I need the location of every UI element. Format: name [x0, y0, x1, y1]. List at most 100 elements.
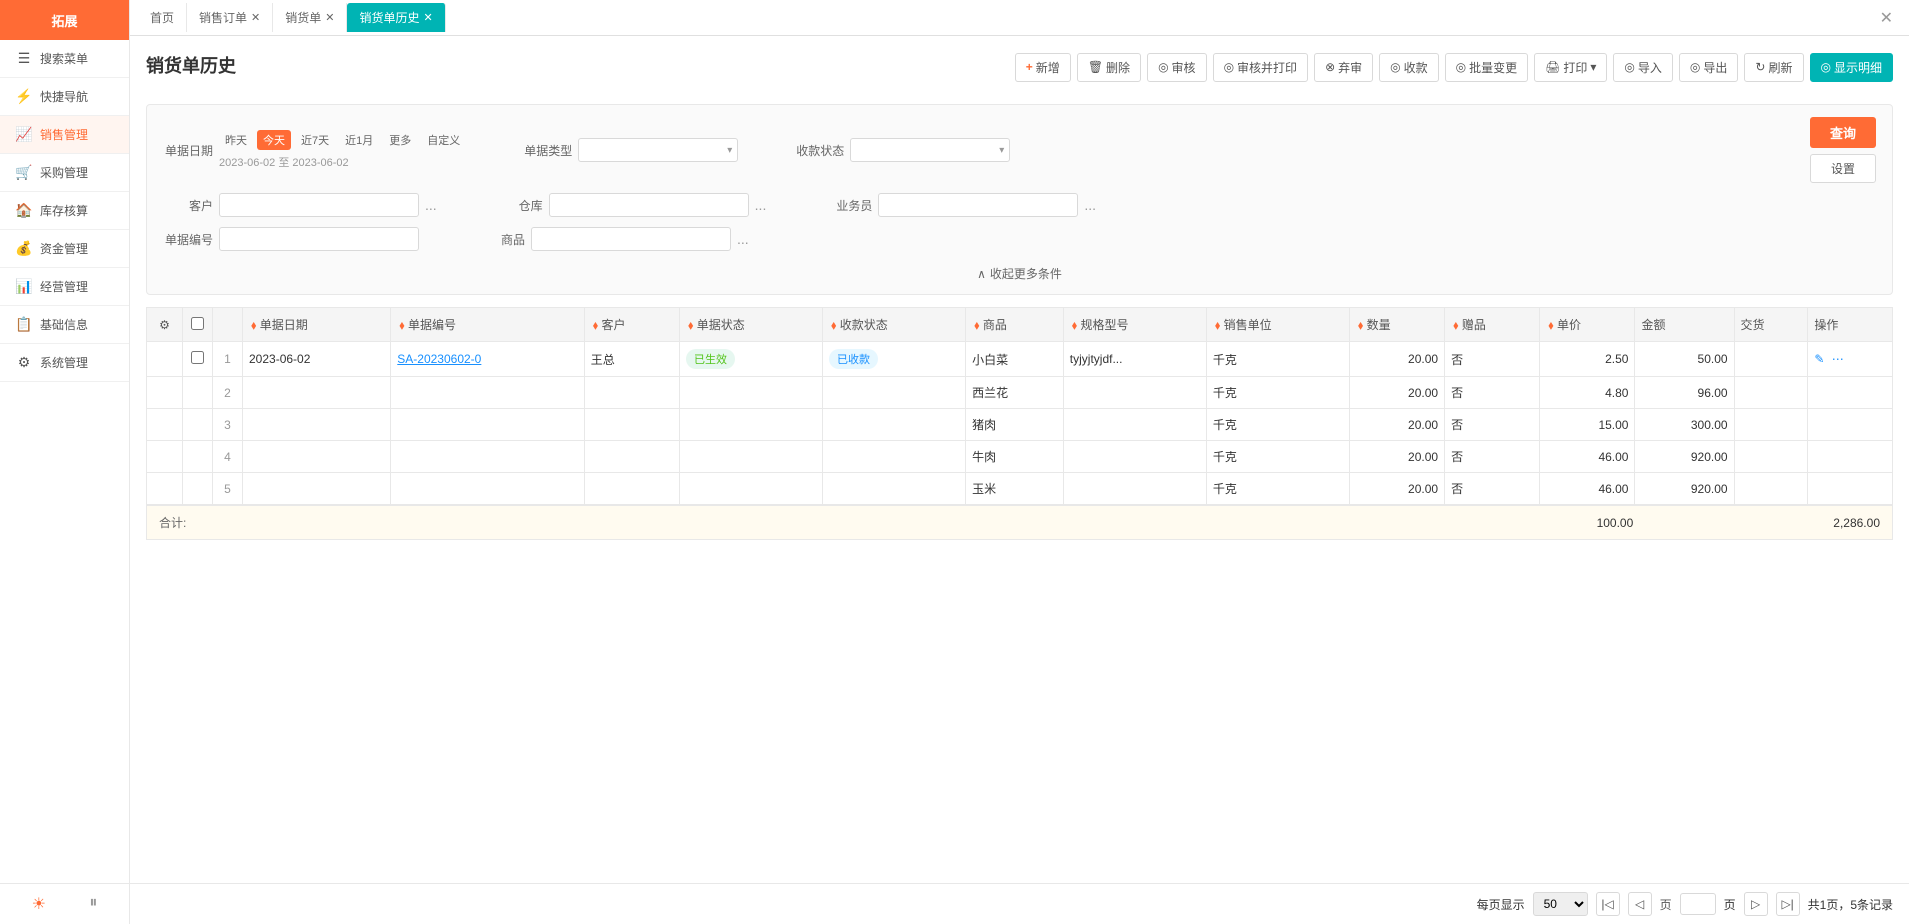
goods-label: 商品 — [983, 318, 1007, 332]
payment-status-col-header[interactable]: ⬧ 收款状态 — [823, 308, 966, 342]
warehouse-more-dots[interactable]: ... — [755, 197, 767, 213]
unit-price-cell: 46.00 — [1540, 441, 1635, 473]
date-tag-custom[interactable]: 自定义 — [421, 130, 466, 150]
settings-col — [147, 409, 183, 441]
checkbox-col[interactable] — [183, 342, 213, 377]
unit-price-col-header[interactable]: ⬧ 单价 — [1540, 308, 1635, 342]
sidebar-item-purchase-mgmt[interactable]: 🛒 采购管理 — [0, 154, 129, 192]
tab-sales-history[interactable]: 销货单历史 ✕ — [347, 3, 445, 32]
tab-sales-order-close[interactable]: ✕ — [251, 11, 260, 24]
goods-col-header[interactable]: ⬧ 商品 — [966, 308, 1064, 342]
import-button[interactable]: ◎ 导入 — [1613, 53, 1673, 82]
actions-cell — [1808, 473, 1893, 505]
table-body: 1 2023-06-02 SA-20230602-0 王总 已生效 已收款 小白… — [147, 342, 1893, 505]
doc-type-select[interactable] — [578, 138, 738, 162]
refresh-button[interactable]: ↻ 刷新 — [1744, 53, 1803, 82]
show-detail-button[interactable]: ◎ 显示明细 — [1810, 53, 1894, 82]
select-all-checkbox[interactable] — [191, 317, 204, 330]
salesperson-input[interactable] — [878, 193, 1078, 217]
checkbox-col[interactable] — [183, 473, 213, 505]
collapse-button[interactable]: ∧ 收起更多条件 — [163, 261, 1876, 282]
transaction-label: 交货 — [1741, 318, 1765, 332]
tab-home[interactable]: 首页 — [138, 3, 187, 32]
tab-sales-order[interactable]: 销售订单 ✕ — [187, 3, 273, 32]
warehouse-input[interactable] — [549, 193, 749, 217]
abandon-button[interactable]: ⊗ 弃审 — [1314, 53, 1373, 82]
sidebar-item-basic-info[interactable]: 📋 基础信息 — [0, 306, 129, 344]
delete-label: 删除 — [1106, 59, 1130, 76]
checkbox-col[interactable] — [183, 409, 213, 441]
sidebar-item-inventory[interactable]: 🏠 库存核算 — [0, 192, 129, 230]
payment-status-select[interactable] — [850, 138, 1010, 162]
page-first-button[interactable]: |◁ — [1596, 892, 1620, 916]
query-button[interactable]: 查询 — [1810, 117, 1876, 148]
sidebar-item-business-mgmt[interactable]: 📊 经营管理 — [0, 268, 129, 306]
table-row: 2 西兰花 千克 20.00 否 4.80 96.00 — [147, 377, 1893, 409]
purchase-mgmt-icon: 🛒 — [16, 165, 32, 181]
customer-label: 客户 — [602, 318, 626, 332]
tab-sales-delivery-close[interactable]: ✕ — [325, 11, 334, 24]
unit-col-header[interactable]: ⬧ 销售单位 — [1206, 308, 1349, 342]
delete-button[interactable]: 🗑 删除 — [1077, 53, 1141, 82]
print-button[interactable]: 🖨 打印 ▾ — [1534, 53, 1607, 82]
doc-number-col-header[interactable]: ⬧ 单据编号 — [391, 308, 585, 342]
sidebar-item-quick-nav[interactable]: ⚡ 快捷导航 — [0, 78, 129, 116]
collapse-label: 收起更多条件 — [990, 265, 1062, 282]
settings-col-header[interactable]: ⚙ — [147, 308, 183, 342]
doc-number-input[interactable] — [219, 227, 419, 251]
review-button[interactable]: ◎ 审核 — [1147, 53, 1207, 82]
edit-op-button[interactable]: ✎ — [1814, 352, 1824, 366]
salesperson-more-dots[interactable]: ... — [1084, 197, 1096, 213]
row-checkbox[interactable] — [191, 351, 204, 364]
customer-col-header[interactable]: ⬧ 客户 — [584, 308, 679, 342]
date-tag-yesterday[interactable]: 昨天 — [219, 130, 253, 150]
sidebar-item-finance-mgmt[interactable]: 💰 资金管理 — [0, 230, 129, 268]
page-prev-button[interactable]: ◁ — [1628, 892, 1652, 916]
spec-col-header[interactable]: ⬧ 规格型号 — [1063, 308, 1206, 342]
spec-cell — [1063, 377, 1206, 409]
goods-more-dots[interactable]: ... — [737, 231, 749, 247]
set-button[interactable]: 设置 — [1810, 154, 1876, 183]
unit-price-cell: 2.50 — [1540, 342, 1635, 377]
tab-close-all-button[interactable]: ✕ — [1872, 8, 1901, 28]
sidebar-bottom-icon2[interactable]: ⏸ — [89, 894, 97, 914]
gift-col-header[interactable]: ⬧ 赠品 — [1445, 308, 1540, 342]
checkbox-col[interactable] — [183, 377, 213, 409]
date-tag-last7days[interactable]: 近7天 — [295, 130, 335, 150]
sidebar-item-system-mgmt[interactable]: ⚙ 系统管理 — [0, 344, 129, 382]
customer-more-dots[interactable]: ... — [425, 197, 437, 213]
goods-input[interactable] — [531, 227, 731, 251]
page-size-select[interactable]: 50 100 — [1533, 892, 1588, 916]
transaction-cell — [1734, 342, 1808, 377]
batch-change-button[interactable]: ◎ 批量变更 — [1445, 53, 1529, 82]
tab-sales-delivery[interactable]: 销货单 ✕ — [273, 3, 347, 32]
date-tag-today[interactable]: 今天 — [257, 130, 291, 150]
page-next-button[interactable]: ▷ — [1744, 892, 1768, 916]
doc-number-link[interactable]: SA-20230602-0 — [397, 352, 481, 366]
doc-status-badge: 已生效 — [686, 349, 735, 369]
more-op-button[interactable]: ⋯ — [1832, 352, 1844, 366]
checkbox-col-header[interactable] — [183, 308, 213, 342]
table-settings-icon[interactable]: ⚙ — [159, 318, 170, 332]
data-table: ⚙ ⬧ 单据日期 ⬧ 单据编号 — [146, 307, 1893, 505]
page-last-button[interactable]: ▷| — [1776, 892, 1800, 916]
sidebar-item-search-menu[interactable]: ☰ 搜索菜单 — [0, 40, 129, 78]
tab-sales-history-close[interactable]: ✕ — [424, 11, 433, 24]
customer-input[interactable] — [219, 193, 419, 217]
add-button[interactable]: + 新增 — [1015, 53, 1071, 82]
quantity-col-header[interactable]: ⬧ 数量 — [1349, 308, 1444, 342]
sidebar-bottom-icon1[interactable]: ☀ — [32, 894, 46, 914]
doc-status-col-header[interactable]: ⬧ 单据状态 — [679, 308, 822, 342]
collect-button[interactable]: ◎ 收款 — [1379, 53, 1439, 82]
review-print-button[interactable]: ◎ 审核并打印 — [1213, 53, 1309, 82]
checkbox-col[interactable] — [183, 441, 213, 473]
page-input[interactable]: 1 — [1680, 893, 1716, 915]
sidebar-item-sales-mgmt[interactable]: 📈 销售管理 — [0, 116, 129, 154]
export-button[interactable]: ◎ 导出 — [1679, 53, 1739, 82]
doc-date-col-header[interactable]: ⬧ 单据日期 — [243, 308, 391, 342]
date-tag-last1month[interactable]: 近1月 — [339, 130, 379, 150]
goods-cell: 玉米 — [966, 473, 1064, 505]
sort-icon: ⬧ — [688, 318, 693, 332]
date-tag-more[interactable]: 更多 — [383, 130, 417, 150]
query-area: 查询 设置 — [1810, 117, 1876, 183]
